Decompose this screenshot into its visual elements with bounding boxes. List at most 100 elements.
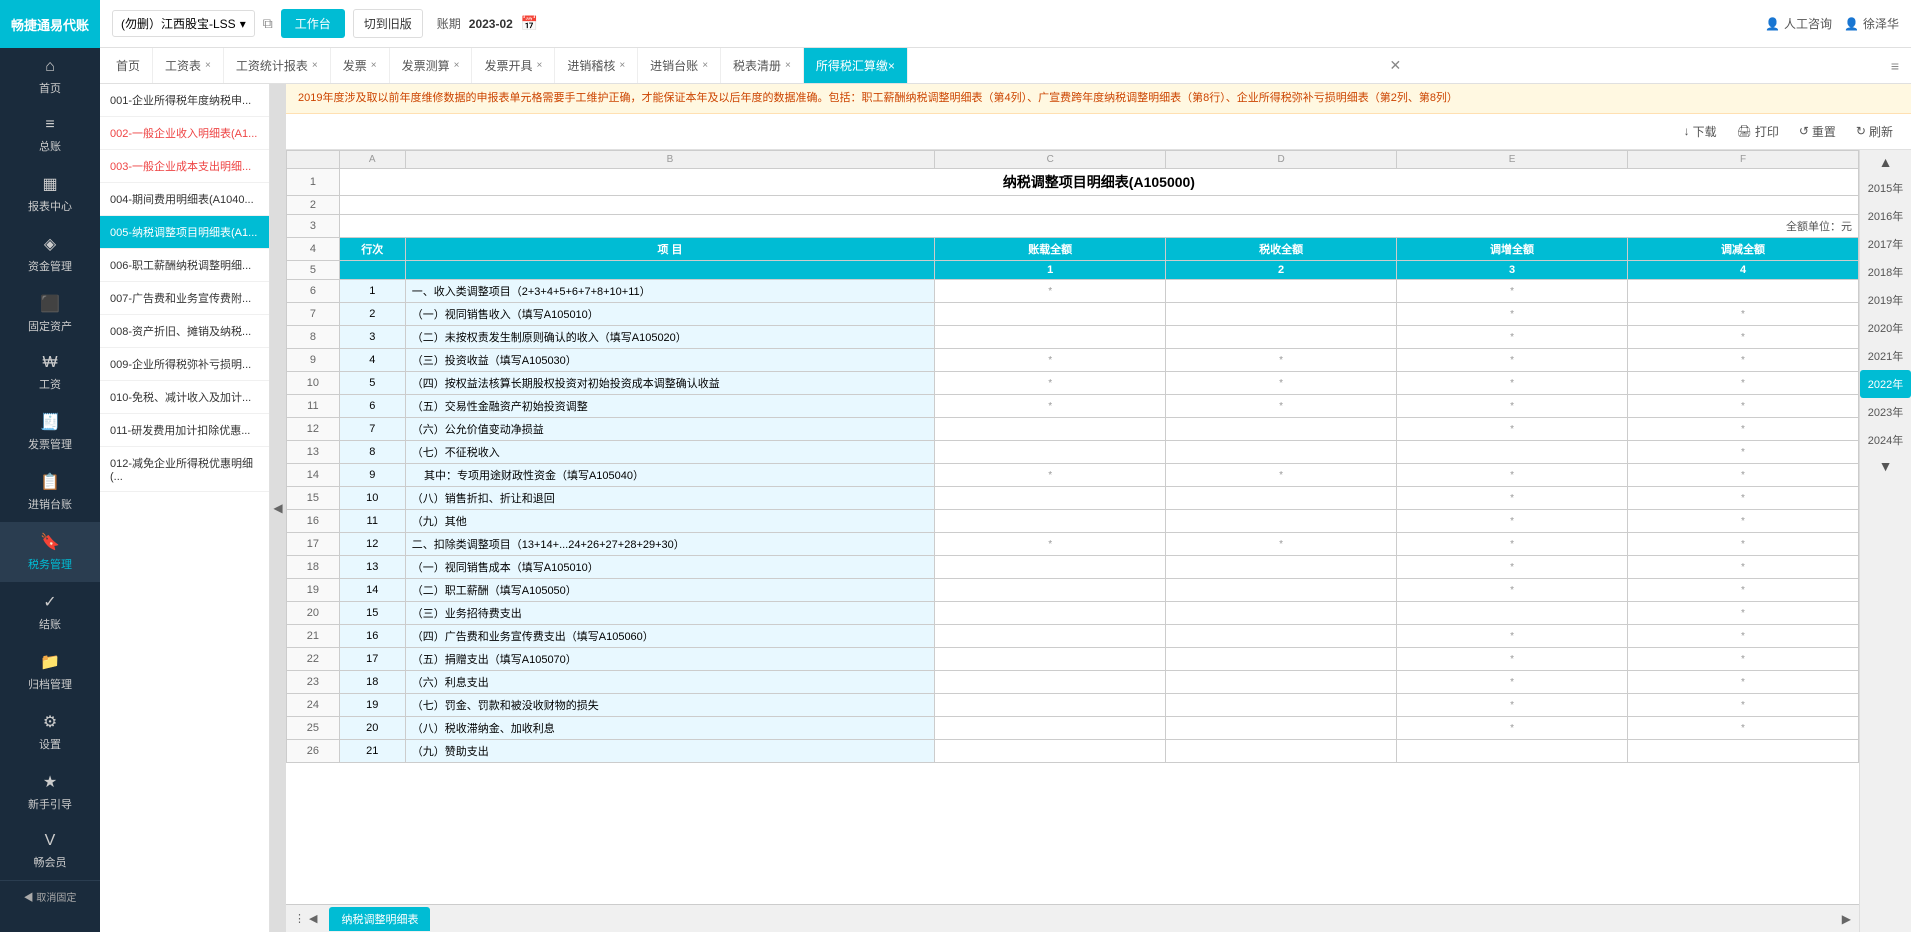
table-header-row: 4 行次 项 目 账载全额 税收全额 调增全额 调减全额	[287, 237, 1859, 260]
year-2018[interactable]: 2018年	[1860, 258, 1911, 286]
tab-close-salary[interactable]: ×	[205, 60, 211, 71]
reset-icon: ↺	[1799, 124, 1809, 138]
left-panel-item-002[interactable]: 002-一般企业收入明细表(A1...	[100, 117, 269, 150]
table-row: 12 7 （六）公允价值变动净损益 * *	[287, 417, 1859, 440]
tab-salary-report[interactable]: 工资统计报表 ×	[224, 48, 331, 84]
left-panel-item-011[interactable]: 011-研发费用加计扣除优惠...	[100, 414, 269, 447]
tab-tax-list[interactable]: 税表清册 ×	[721, 48, 804, 84]
download-button[interactable]: ↓ 下载	[1678, 120, 1723, 143]
table-row: 20 15 （三）业务招待费支出 *	[287, 601, 1859, 624]
tab-purchase-ledger[interactable]: 进销台账 ×	[638, 48, 721, 84]
sidebar-item-salary[interactable]: ₩ 工资	[0, 344, 100, 402]
tab-close-purchase-ledger[interactable]: ×	[702, 60, 708, 71]
period-label: 账期	[437, 15, 461, 32]
tab-invoice-open[interactable]: 发票开具 ×	[472, 48, 555, 84]
year-2015[interactable]: 2015年	[1860, 174, 1911, 202]
company-selector[interactable]: (勿删）江西股宝-LSS ▾	[112, 10, 255, 37]
left-panel-item-007[interactable]: 007-广告费和业务宣传费附...	[100, 282, 269, 315]
purchase-icon: 📋	[40, 472, 60, 492]
sidebar-pin-button[interactable]: ◀ 取消固定	[0, 880, 100, 912]
year-2016[interactable]: 2016年	[1860, 202, 1911, 230]
tab-invoice[interactable]: 发票 ×	[331, 48, 390, 84]
sidebar-item-home[interactable]: ⌂ 首页	[0, 48, 100, 106]
sidebar-item-purchase[interactable]: 📋 进销台账	[0, 462, 100, 522]
col-header-c3: 调增全额	[1397, 237, 1628, 260]
collapse-panel-button[interactable]: ◀	[270, 84, 286, 932]
year-2022[interactable]: 2022年	[1860, 370, 1911, 398]
tab-salary[interactable]: 工资表 ×	[153, 48, 224, 84]
refresh-button[interactable]: ↻ 刷新	[1850, 120, 1899, 143]
reset-button[interactable]: ↺ 重置	[1793, 120, 1842, 143]
year-scroll-up[interactable]: ▲	[1877, 150, 1895, 174]
left-panel: 001-企业所得税年度纳税申... 002-一般企业收入明细表(A1... 00…	[100, 84, 270, 932]
table-scroll-area: A B C D E F 1 纳税调整项目明细表	[286, 150, 1859, 932]
left-panel-item-006[interactable]: 006-职工薪酬纳税调整明细...	[100, 249, 269, 282]
row-num-5: 5	[287, 260, 340, 279]
col-subheader-blank2	[405, 260, 934, 279]
year-2024[interactable]: 2024年	[1860, 426, 1911, 454]
tab-close-salary-report[interactable]: ×	[312, 60, 318, 71]
content-area: 001-企业所得税年度纳税申... 002-一般企业收入明细表(A1... 00…	[100, 84, 1911, 932]
left-panel-item-003[interactable]: 003-一般企业成本支出明细...	[100, 150, 269, 183]
table-row: 19 14 （二）职工薪酬（填写A105050） * *	[287, 578, 1859, 601]
company-name: (勿删）江西股宝-LSS	[121, 15, 236, 32]
year-2020[interactable]: 2020年	[1860, 314, 1911, 342]
sidebar-item-ledger[interactable]: ≡ 总账	[0, 106, 100, 164]
fund-icon: ◈	[44, 234, 56, 254]
user-avatar[interactable]: 👤 徐泽华	[1844, 15, 1899, 32]
year-2019[interactable]: 2019年	[1860, 286, 1911, 314]
year-scroll-down[interactable]: ▼	[1877, 454, 1895, 478]
scroll-right-icon[interactable]: ▶	[1842, 912, 1851, 926]
sidebar-item-asset[interactable]: ⬛ 固定资产	[0, 284, 100, 344]
left-panel-item-008[interactable]: 008-资产折旧、摊销及纳税...	[100, 315, 269, 348]
tab-purchase-check[interactable]: 进销稽核 ×	[555, 48, 638, 84]
left-panel-item-012[interactable]: 012-减免企业所得税优惠明细(...	[100, 447, 269, 492]
year-2017[interactable]: 2017年	[1860, 230, 1911, 258]
sidebar-item-member[interactable]: V 畅会员	[0, 822, 100, 880]
left-panel-item-005[interactable]: 005-纳税调整项目明细表(A1...	[100, 216, 269, 249]
table-row: 11 6 （五）交易性金融资产初始投资调整 * * * *	[287, 394, 1859, 417]
sheet-tab-adjust[interactable]: 纳税调整明细表	[329, 907, 430, 931]
tab-tax-compute[interactable]: 所得税汇算缴×	[804, 48, 908, 84]
tabbar: 首页 工资表 × 工资统计报表 × 发票 × 发票测算 × 发票开具 × 进销稽…	[100, 48, 1911, 84]
tab-close-invoice[interactable]: ×	[371, 60, 377, 71]
left-panel-item-010[interactable]: 010-免税、减计收入及加计...	[100, 381, 269, 414]
calendar-icon[interactable]: 📅	[521, 15, 538, 32]
print-button[interactable]: 🖨 打印	[1731, 120, 1785, 143]
sidebar-item-invoice[interactable]: 🧾 发票管理	[0, 402, 100, 462]
tabbar-menu-button[interactable]: ≡	[1883, 52, 1907, 80]
col-subheader-3: 3	[1397, 260, 1628, 279]
asset-icon: ⬛	[40, 294, 60, 314]
sidebar: 畅捷通易代账 ⌂ 首页 ≡ 总账 ▦ 报表中心 ◈ 资金管理 ⬛ 固定资产 ₩ …	[0, 0, 100, 932]
sidebar-item-archive[interactable]: 📁 归档管理	[0, 642, 100, 702]
sidebar-item-report[interactable]: ▦ 报表中心	[0, 164, 100, 224]
sidebar-item-guide[interactable]: ★ 新手引导	[0, 762, 100, 822]
switch-old-button[interactable]: 切到旧版	[353, 9, 423, 38]
year-2021[interactable]: 2021年	[1860, 342, 1911, 370]
sidebar-item-settings[interactable]: ⚙ 设置	[0, 702, 100, 762]
bottom-nav: ▶	[1842, 912, 1851, 926]
table-container: A B C D E F 1 纳税调整项目明细表	[286, 150, 1859, 905]
tab-invoice-calc[interactable]: 发票测算 ×	[390, 48, 473, 84]
service-button[interactable]: 👤 人工咨询	[1765, 15, 1832, 32]
download-icon: ↓	[1684, 124, 1690, 138]
left-panel-item-001[interactable]: 001-企业所得税年度纳税申...	[100, 84, 269, 117]
tabbar-close-button[interactable]: ✕	[1382, 51, 1410, 80]
sidebar-item-fund[interactable]: ◈ 资金管理	[0, 224, 100, 284]
tab-close-invoice-open[interactable]: ×	[536, 60, 542, 71]
table-subheader-row: 5 1 2 3 4	[287, 260, 1859, 279]
workbench-button[interactable]: 工作台	[281, 9, 345, 38]
copy-icon[interactable]: ⧉	[263, 15, 273, 32]
tab-close-tax-list[interactable]: ×	[785, 60, 791, 71]
tab-close-purchase-check[interactable]: ×	[619, 60, 625, 71]
left-panel-item-004[interactable]: 004-期间费用明细表(A1040...	[100, 183, 269, 216]
tab-close-invoice-calc[interactable]: ×	[454, 60, 460, 71]
sidebar-item-close[interactable]: ✓ 结账	[0, 582, 100, 642]
tax-icon: 🔖	[40, 532, 60, 552]
col-header-project: 项 目	[405, 237, 934, 260]
archive-icon: 📁	[40, 652, 60, 672]
tab-home[interactable]: 首页	[104, 48, 153, 84]
left-panel-item-009[interactable]: 009-企业所得税弥补亏损明...	[100, 348, 269, 381]
year-2023[interactable]: 2023年	[1860, 398, 1911, 426]
sidebar-item-tax[interactable]: 🔖 税务管理	[0, 522, 100, 582]
